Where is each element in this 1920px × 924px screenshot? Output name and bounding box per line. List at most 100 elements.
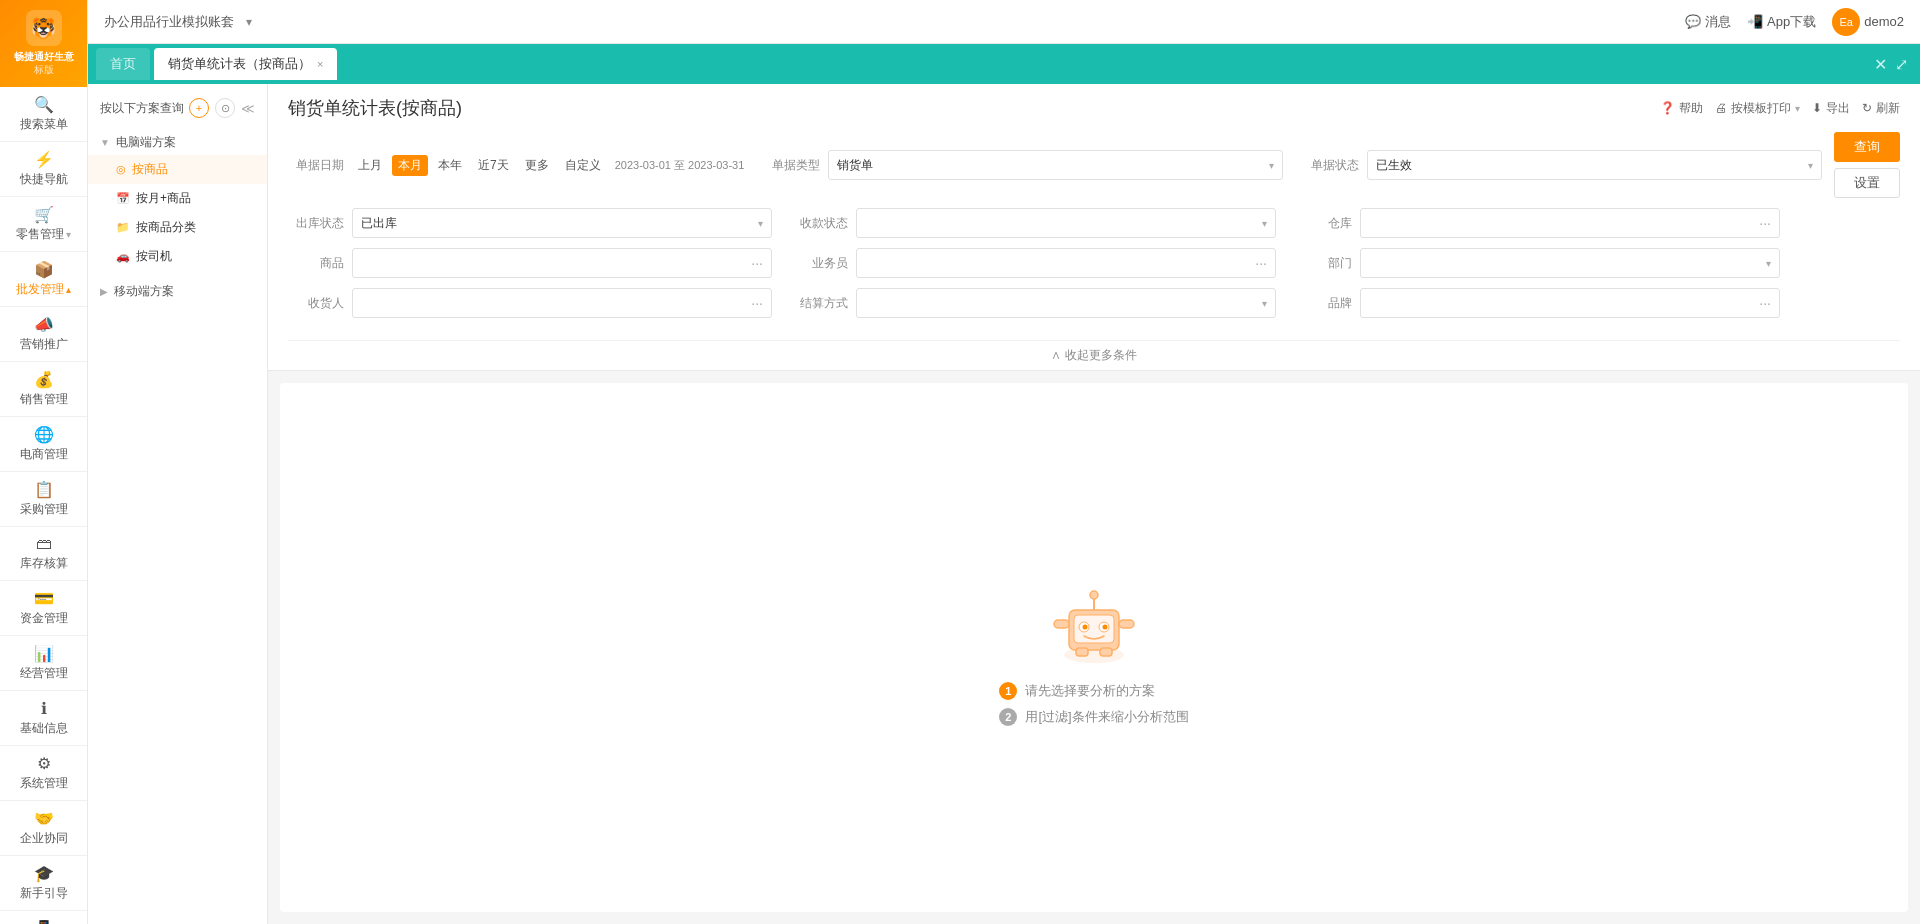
sales-icon: 💰	[34, 370, 54, 389]
filter-field-department: 部门 ▾	[1296, 248, 1780, 278]
filter-group-mobile-title[interactable]: ▶ 移动端方案	[88, 279, 267, 304]
main-panel: 销货单统计表(按商品) ❓ 帮助 🖨 按模板打印 ▾ ⬇	[268, 84, 1920, 924]
sidebar-item-search-label: 搜索菜单	[20, 116, 68, 133]
logo-subtitle: 标版	[34, 63, 54, 77]
date-range-display: 2023-03-01 至 2023-03-31	[615, 158, 745, 173]
stockstatus-select[interactable]: 已出库 ▾	[352, 208, 772, 238]
sidebar-item-inventory[interactable]: 🗃 库存核算	[0, 527, 87, 581]
newguide-icon: 🎓	[34, 864, 54, 883]
sidebar-item-purchase[interactable]: 📋 采购管理	[0, 472, 87, 527]
close-window-icon[interactable]: ✕	[1874, 55, 1887, 74]
app-download-label: App下载	[1767, 13, 1816, 31]
collapse-sidebar-icon[interactable]: ≪	[241, 101, 255, 116]
consignee-label: 收货人	[288, 295, 344, 312]
date-btn-last-month[interactable]: 上月	[352, 155, 388, 176]
sidebar-item-ecommerce[interactable]: 🌐 电商管理	[0, 417, 87, 472]
messages-label: 消息	[1705, 13, 1731, 31]
print-dropdown-icon[interactable]: ▾	[1795, 103, 1800, 114]
brand-label: 品牌	[1296, 295, 1352, 312]
tab-home[interactable]: 首页	[96, 48, 150, 80]
sidebar-item-basic[interactable]: ℹ 基础信息	[0, 691, 87, 746]
logo-area[interactable]: 🐯 畅捷通好生意 标版	[0, 0, 87, 87]
tab-active[interactable]: 销货单统计表（按商品） ×	[154, 48, 337, 80]
sidebar-item-system-label: 系统管理	[20, 775, 68, 792]
svg-rect-10	[1119, 620, 1134, 628]
settings-button[interactable]: 设置	[1834, 168, 1900, 198]
date-btn-this-month[interactable]: 本月	[392, 155, 428, 176]
add-plan-button[interactable]: +	[189, 98, 209, 118]
filter-group-desktop-title[interactable]: ▼ 电脑端方案	[88, 130, 267, 155]
svg-point-6	[1103, 624, 1108, 629]
messages-button[interactable]: 💬 消息	[1685, 13, 1731, 31]
app-download-button[interactable]: 📲 App下载	[1747, 13, 1816, 31]
product-select[interactable]	[352, 248, 772, 278]
brand-select[interactable]	[1360, 288, 1780, 318]
filter-field-settlement: 结算方式 ▾	[792, 288, 1276, 318]
filter-item-by-category[interactable]: 📁 按商品分类	[88, 213, 267, 242]
docstatus-select[interactable]: 已生效 ▾	[1367, 150, 1822, 180]
maximize-window-icon[interactable]: ⤢	[1895, 55, 1908, 74]
help-button[interactable]: ❓ 帮助	[1660, 100, 1703, 117]
settings-plan-button[interactable]: ⊙	[215, 98, 235, 118]
refresh-button[interactable]: ↻ 刷新	[1862, 100, 1900, 117]
sidebar-item-coop[interactable]: 🤝 企业协同	[0, 801, 87, 856]
warehouse-select[interactable]	[1360, 208, 1780, 238]
collapse-more-button[interactable]: ∧ 收起更多条件	[288, 340, 1900, 370]
workspace-dropdown-icon[interactable]: ▾	[246, 15, 252, 29]
user-avatar-area[interactable]: Ea demo2	[1832, 8, 1904, 36]
quicknav-icon: ⚡	[34, 150, 54, 169]
filter-item-by-month-label: 按月+商品	[136, 190, 191, 207]
date-btn-this-year[interactable]: 本年	[432, 155, 468, 176]
filter-row-3: 商品 业务员 部门	[288, 248, 1900, 278]
filter-item-by-month-product[interactable]: 📅 按月+商品	[88, 184, 267, 213]
sidebar-item-marketing[interactable]: 📣 营销推广	[0, 307, 87, 362]
inventory-icon: 🗃	[36, 535, 52, 553]
by-category-icon: 📁	[116, 221, 130, 234]
empty-tip-2: 2 用[过滤]条件来缩小分析范围	[999, 708, 1188, 726]
page-title-row: 销货单统计表(按商品) ❓ 帮助 🖨 按模板打印 ▾ ⬇	[288, 96, 1900, 120]
sidebar-item-system[interactable]: ⚙ 系统管理	[0, 746, 87, 801]
topbar: 办公用品行业模拟账套 ▾ 💬 消息 📲 App下载 Ea demo2	[88, 0, 1920, 44]
svg-rect-9	[1054, 620, 1069, 628]
sidebar-item-sales[interactable]: 💰 销售管理	[0, 362, 87, 417]
salesperson-select[interactable]	[856, 248, 1276, 278]
svg-point-5	[1083, 624, 1088, 629]
help-label: 帮助	[1679, 100, 1703, 117]
date-btn-7days[interactable]: 近7天	[472, 155, 515, 176]
sidebar-item-ecommerce-label: 电商管理	[20, 446, 68, 463]
sidebar-item-quicknav[interactable]: ⚡ 快捷导航	[0, 142, 87, 197]
topbar-right: 💬 消息 📲 App下载 Ea demo2	[1685, 8, 1904, 36]
sidebar-item-retail[interactable]: 🛒 零售管理 ▾	[0, 197, 87, 252]
payment-select[interactable]: ▾	[856, 208, 1276, 238]
export-button[interactable]: ⬇ 导出	[1812, 100, 1850, 117]
sidebar-item-operations-label: 经营管理	[20, 665, 68, 682]
settlement-select[interactable]: ▾	[856, 288, 1276, 318]
sidebar-item-newguide[interactable]: 🎓 新手引导	[0, 856, 87, 911]
doctype-select[interactable]: 销货单 ▾	[828, 150, 1283, 180]
filter-item-by-product[interactable]: ◎ 按商品	[88, 155, 267, 184]
date-label: 单据日期	[288, 157, 344, 174]
date-btn-custom[interactable]: 自定义	[559, 155, 607, 176]
query-button[interactable]: 查询	[1834, 132, 1900, 162]
docstatus-dropdown-icon: ▾	[1808, 160, 1813, 171]
filter-item-by-cashier[interactable]: 🚗 按司机	[88, 242, 267, 271]
sidebar-item-appcenter[interactable]: 📱 应用中心	[0, 911, 87, 924]
desktop-group-label: 电脑端方案	[116, 134, 176, 151]
filter-row-1: 单据日期 上月 本月 本年 近7天 更多 自定义 2023-03-01 至 20…	[288, 132, 1900, 198]
sidebar-item-finance[interactable]: 💳 资金管理	[0, 581, 87, 636]
empty-state: 1 请先选择要分析的方案 2 用[过滤]条件来缩小分析范围	[280, 383, 1908, 912]
mobile-group-arrow: ▶	[100, 286, 108, 297]
doctype-value: 销货单	[837, 157, 1269, 174]
filter-group-mobile: ▶ 移动端方案	[88, 275, 267, 308]
tab-close-icon[interactable]: ×	[317, 58, 323, 70]
consignee-select[interactable]	[352, 288, 772, 318]
sidebar-item-search[interactable]: 🔍 搜索菜单	[0, 87, 87, 142]
operations-icon: 📊	[34, 644, 54, 663]
date-btn-more[interactable]: 更多	[519, 155, 555, 176]
sidebar-item-wholesale[interactable]: 📦 批发管理 ▴	[0, 252, 87, 307]
department-select[interactable]: ▾	[1360, 248, 1780, 278]
retail-icon: 🛒	[34, 205, 54, 224]
print-button[interactable]: 🖨 按模板打印 ▾	[1715, 100, 1800, 117]
sidebar-item-operations[interactable]: 📊 经营管理	[0, 636, 87, 691]
svg-point-8	[1090, 591, 1098, 599]
